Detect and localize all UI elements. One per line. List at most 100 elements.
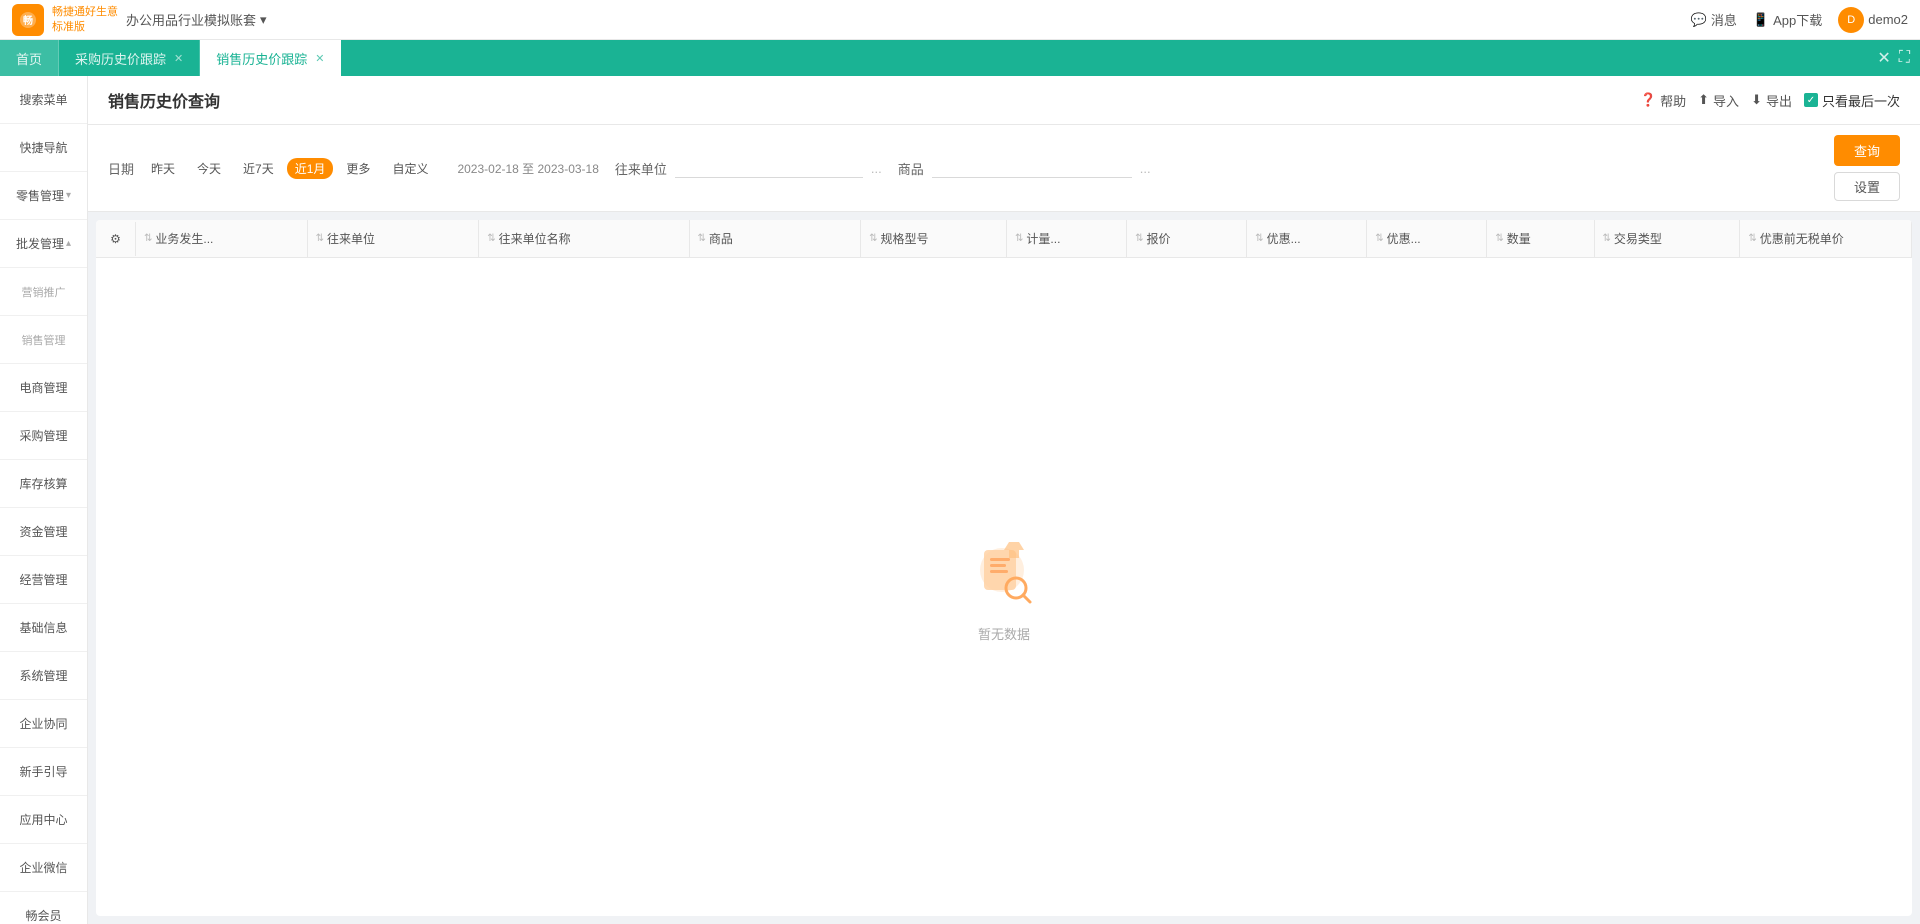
partner-dots[interactable]: ... xyxy=(871,161,882,176)
page-header: 销售历史价查询 ❓ 帮助 ⬆ 导入 ⬇ 导出 ✓ xyxy=(88,76,1920,125)
th-product[interactable]: ⇅ 商品 xyxy=(690,220,862,257)
help-button[interactable]: ❓ 帮助 xyxy=(1640,91,1686,110)
date-filter-group: 日期 昨天 今天 近7天 近1月 更多 自定义 xyxy=(108,157,437,180)
date-btn-1month[interactable]: 近1月 xyxy=(287,158,334,179)
date-btn-yesterday[interactable]: 昨天 xyxy=(142,157,184,180)
product-label: 商品 xyxy=(898,159,924,178)
import-icon: ⬆ xyxy=(1698,92,1709,108)
app-selector[interactable]: 办公用品行业模拟账套 ▾ xyxy=(126,10,267,29)
member-label: 畅会员 xyxy=(25,907,61,924)
sidebar-item-ecommerce[interactable]: 电商管理 xyxy=(0,364,87,412)
th-unit[interactable]: ⇅ 计量... xyxy=(1007,220,1127,257)
message-label: 消息 xyxy=(1711,10,1737,29)
sales-history-tab-label: 销售历史价跟踪 xyxy=(216,49,307,68)
th-partner-code[interactable]: ⇅ 往来单位 xyxy=(308,220,480,257)
sidebar-item-wholesale[interactable]: 批发管理 ▴ xyxy=(0,220,87,268)
th-spec[interactable]: ⇅ 规格型号 xyxy=(861,220,1007,257)
sidebar-item-finance[interactable]: 资金管理 xyxy=(0,508,87,556)
th-pretax-label: 优惠前无税单价 xyxy=(1760,230,1844,247)
page-title: 销售历史价查询 xyxy=(108,88,220,112)
sidebar-item-appcenter[interactable]: 应用中心 xyxy=(0,796,87,844)
close-tab-icon[interactable]: ✕ xyxy=(1877,48,1890,68)
sidebar-item-marketing[interactable]: 营销推广 xyxy=(0,268,87,316)
user-menu[interactable]: D demo2 xyxy=(1838,7,1908,33)
product-dots[interactable]: ... xyxy=(1140,161,1151,176)
date-options: 昨天 今天 近7天 近1月 更多 自定义 xyxy=(142,157,437,180)
sidebar-item-quicknav[interactable]: 快捷导航 xyxy=(0,124,87,172)
partner-filter-group: 往来单位 ... xyxy=(615,158,882,178)
sort-disc1-icon: ⇅ xyxy=(1255,233,1263,244)
date-btn-custom[interactable]: 自定义 xyxy=(383,157,437,180)
sidebar-item-wechat[interactable]: 企业微信 xyxy=(0,844,87,892)
th-unit-label: 计量... xyxy=(1026,230,1060,247)
sort-trade-icon: ⇅ xyxy=(1603,233,1611,244)
sort-product-icon: ⇅ xyxy=(698,233,706,244)
product-input[interactable] xyxy=(932,158,1132,178)
content-area: 销售历史价查询 ❓ 帮助 ⬆ 导入 ⬇ 导出 ✓ xyxy=(88,76,1920,924)
query-button[interactable]: 查询 xyxy=(1834,135,1900,166)
finance-label: 资金管理 xyxy=(19,523,67,540)
only-last-label: 只看最后一次 xyxy=(1822,91,1900,110)
sidebar-item-member[interactable]: 畅会员 xyxy=(0,892,87,924)
table-header: ⚙ ⇅ 业务发生... ⇅ 往来单位 ⇅ 往来单位名称 ⇅ 商品 xyxy=(96,220,1912,258)
sidebar-item-sys[interactable]: 系统管理 xyxy=(0,652,87,700)
only-last-checkbox[interactable]: ✓ 只看最后一次 xyxy=(1804,91,1900,110)
action-buttons: 查询 设置 xyxy=(1834,135,1900,201)
empty-state: 暂无数据 xyxy=(96,258,1912,916)
sort-up-icon: ⇅ xyxy=(144,233,152,244)
sidebar-item-basic[interactable]: 基础信息 xyxy=(0,604,87,652)
sort-partner-icon: ⇅ xyxy=(316,233,324,244)
th-discount1-label: 优惠... xyxy=(1267,230,1301,247)
th-discount1[interactable]: ⇅ 优惠... xyxy=(1247,220,1367,257)
purchase-label: 采购管理 xyxy=(19,427,67,444)
close-purchase-history-icon[interactable]: ✕ xyxy=(174,52,183,65)
th-settings[interactable]: ⚙ xyxy=(96,222,136,256)
tabbar: 首页 采购历史价跟踪 ✕ 销售历史价跟踪 ✕ ✕ ⛶ xyxy=(0,40,1920,76)
sidebar-item-inventory[interactable]: 库存核算 xyxy=(0,460,87,508)
th-quantity[interactable]: ⇅ 数量 xyxy=(1487,220,1594,257)
th-pretax-price[interactable]: ⇅ 优惠前无税单价 xyxy=(1740,220,1912,257)
th-price-label: 报价 xyxy=(1146,230,1170,247)
filter-bar: 日期 昨天 今天 近7天 近1月 更多 自定义 2023-02-18 至 202… xyxy=(88,125,1920,212)
settings-button[interactable]: 设置 xyxy=(1834,172,1900,201)
message-button[interactable]: 💬 消息 xyxy=(1691,10,1737,29)
import-button[interactable]: ⬆ 导入 xyxy=(1698,91,1739,110)
appcenter-label: 应用中心 xyxy=(19,811,67,828)
sidebar-item-sales[interactable]: 销售管理 xyxy=(0,316,87,364)
th-price[interactable]: ⇅ 报价 xyxy=(1127,220,1247,257)
help-icon: ❓ xyxy=(1640,92,1656,108)
sort-disc2-icon: ⇅ xyxy=(1375,233,1383,244)
date-btn-today[interactable]: 今天 xyxy=(188,157,230,180)
checkbox-icon: ✓ xyxy=(1804,93,1818,107)
sidebar-item-ops[interactable]: 经营管理 xyxy=(0,556,87,604)
marketing-label: 营销推广 xyxy=(22,284,66,300)
th-business-date[interactable]: ⇅ 业务发生... xyxy=(136,220,308,257)
sidebar-item-search[interactable]: 搜索菜单 xyxy=(0,76,87,124)
purchase-history-tab-label: 采购历史价跟踪 xyxy=(75,49,166,68)
th-partner-name[interactable]: ⇅ 往来单位名称 xyxy=(479,220,689,257)
sidebar-item-guide[interactable]: 新手引导 xyxy=(0,748,87,796)
sidebar-item-enterprise[interactable]: 企业协同 xyxy=(0,700,87,748)
wechat-label: 企业微信 xyxy=(19,859,67,876)
app-download-button[interactable]: 📱 App下载 xyxy=(1753,10,1822,29)
expand-icon[interactable]: ⛶ xyxy=(1899,49,1910,67)
tab-home[interactable]: 首页 xyxy=(0,40,59,76)
logo-icon: 畅 xyxy=(12,4,44,36)
th-discount2[interactable]: ⇅ 优惠... xyxy=(1367,220,1487,257)
partner-input[interactable] xyxy=(675,158,863,178)
import-label: 导入 xyxy=(1713,91,1739,110)
tab-sales-history[interactable]: 销售历史价跟踪 ✕ xyxy=(200,40,341,76)
th-discount2-label: 优惠... xyxy=(1387,230,1421,247)
topbar: 畅 畅捷通好生意 标准版 办公用品行业模拟账套 ▾ 💬 消息 📱 App下载 D… xyxy=(0,0,1920,40)
sidebar-item-retail[interactable]: 零售管理 ▾ xyxy=(0,172,87,220)
date-btn-more[interactable]: 更多 xyxy=(337,157,379,180)
partner-label: 往来单位 xyxy=(615,159,667,178)
sort-price-icon: ⇅ xyxy=(1135,233,1143,244)
close-sales-history-icon[interactable]: ✕ xyxy=(315,52,324,65)
th-trade-type[interactable]: ⇅ 交易类型 xyxy=(1595,220,1741,257)
export-button[interactable]: ⬇ 导出 xyxy=(1751,91,1792,110)
export-icon: ⬇ xyxy=(1751,92,1762,108)
tab-purchase-history[interactable]: 采购历史价跟踪 ✕ xyxy=(59,40,200,76)
date-btn-7days[interactable]: 近7天 xyxy=(234,157,283,180)
sidebar-item-purchase[interactable]: 采购管理 xyxy=(0,412,87,460)
